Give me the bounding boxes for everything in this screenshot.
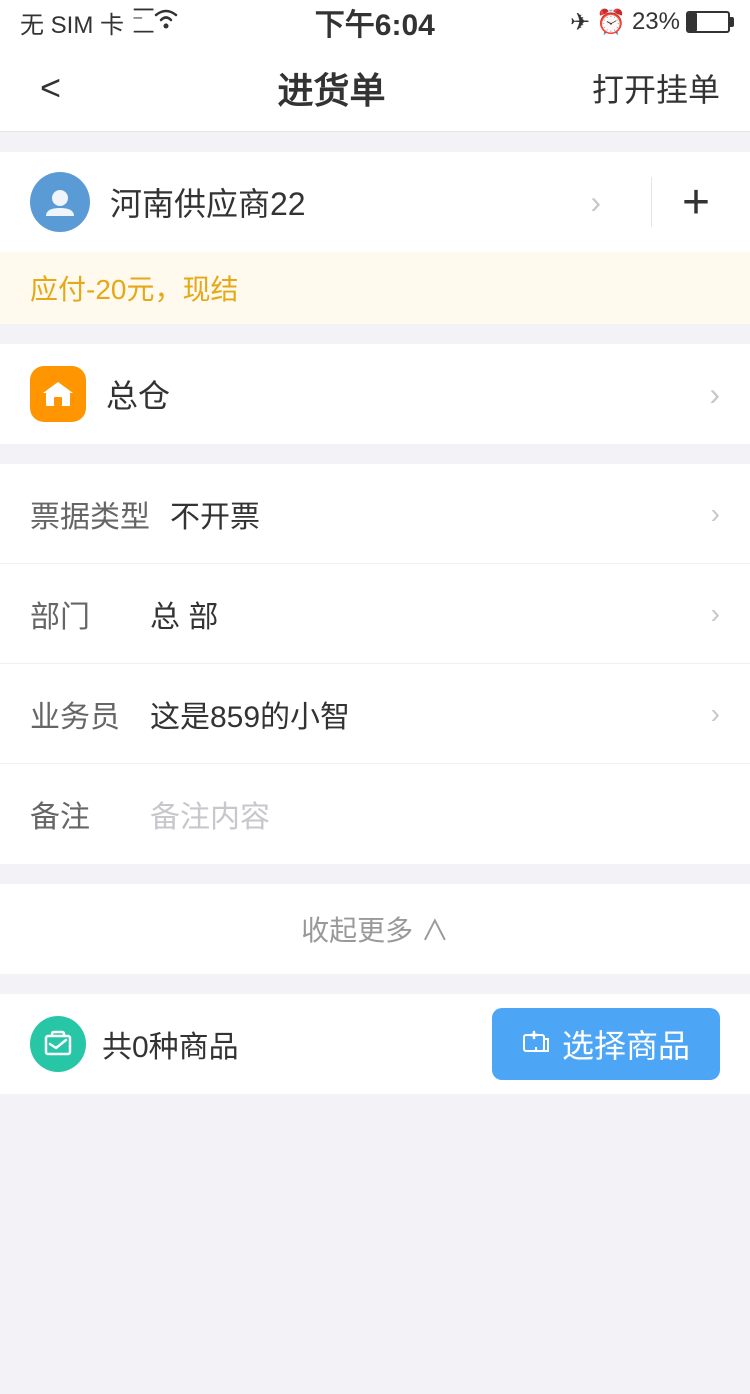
supplier-row[interactable]: 河南供应商22 › + <box>0 152 750 252</box>
product-count-area: 共0种商品 <box>30 1016 239 1072</box>
back-button[interactable]: < <box>30 57 71 119</box>
alarm-icon: ⏰ <box>596 8 626 37</box>
form-section: 票据类型 不开票 › 部门 总 部 › 业务员 这是859的小智 › 备注 备注… <box>0 464 750 864</box>
department-arrow: › <box>711 598 720 630</box>
carrier-text: 无 SIM 卡 <box>20 5 124 40</box>
page-title: 进货单 <box>278 62 386 114</box>
warehouse-section: 总仓 › <box>0 344 750 444</box>
warehouse-icon <box>30 366 86 422</box>
invoice-type-row[interactable]: 票据类型 不开票 › <box>0 464 750 564</box>
department-row[interactable]: 部门 总 部 › <box>0 564 750 664</box>
status-carrier: 无 SIM 卡 ⁻͟͟͞͞ <box>20 5 180 40</box>
invoice-type-value: 不开票 <box>150 492 711 536</box>
salesperson-label: 业务员 <box>30 692 130 736</box>
add-supplier-button[interactable]: + <box>672 175 720 230</box>
supplier-avatar <box>30 172 90 232</box>
battery-icon <box>686 11 730 33</box>
salesperson-row[interactable]: 业务员 这是859的小智 › <box>0 664 750 764</box>
supplier-name: 河南供应商22 <box>110 179 590 225</box>
wifi-symbol <box>152 8 180 36</box>
open-pending-button[interactable]: 打开挂单 <box>592 65 720 111</box>
status-bar: 无 SIM 卡 ⁻͟͟͞͞ 下午6:04 ✈ ⏰ 23% <box>0 0 750 44</box>
warehouse-row[interactable]: 总仓 › <box>0 344 750 444</box>
bottom-bar: 共0种商品 选择商品 <box>0 994 750 1094</box>
invoice-type-arrow: › <box>711 498 720 530</box>
location-icon: ✈ <box>570 8 590 37</box>
status-right: ✈ ⏰ 23% <box>570 8 730 37</box>
salesperson-arrow: › <box>711 698 720 730</box>
main-background <box>0 1094 750 1394</box>
remark-value[interactable]: 备注内容 <box>130 792 720 836</box>
warehouse-name: 总仓 <box>106 371 709 417</box>
select-product-label: 选择商品 <box>562 1021 690 1067</box>
notice-bar: 应付-20元，现结 <box>0 252 750 324</box>
warehouse-divider <box>0 324 750 344</box>
supplier-section: 河南供应商22 › + 应付-20元，现结 <box>0 152 750 324</box>
department-value: 总 部 <box>130 592 711 636</box>
supplier-divider <box>651 177 652 227</box>
collapse-label: 收起更多 ∧ <box>301 909 449 949</box>
wifi-icon: ⁻͟͟͞͞ <box>132 9 144 35</box>
invoice-type-label: 票据类型 <box>30 492 150 536</box>
warehouse-arrow-icon: › <box>709 376 720 413</box>
notice-text: 应付-20元，现结 <box>30 274 238 305</box>
top-divider <box>0 132 750 152</box>
select-product-button[interactable]: 选择商品 <box>492 1008 720 1080</box>
department-label: 部门 <box>30 592 130 636</box>
status-time: 下午6:04 <box>315 0 435 44</box>
supplier-arrow-icon: › <box>590 184 601 221</box>
nav-bar: < 进货单 打开挂单 <box>0 44 750 132</box>
battery-percent: 23% <box>632 8 680 36</box>
remark-row[interactable]: 备注 备注内容 <box>0 764 750 864</box>
salesperson-value: 这是859的小智 <box>130 692 711 736</box>
collapse-button[interactable]: 收起更多 ∧ <box>0 884 750 974</box>
product-count-text: 共0种商品 <box>102 1022 239 1066</box>
product-icon <box>30 1016 86 1072</box>
remark-label: 备注 <box>30 792 130 836</box>
